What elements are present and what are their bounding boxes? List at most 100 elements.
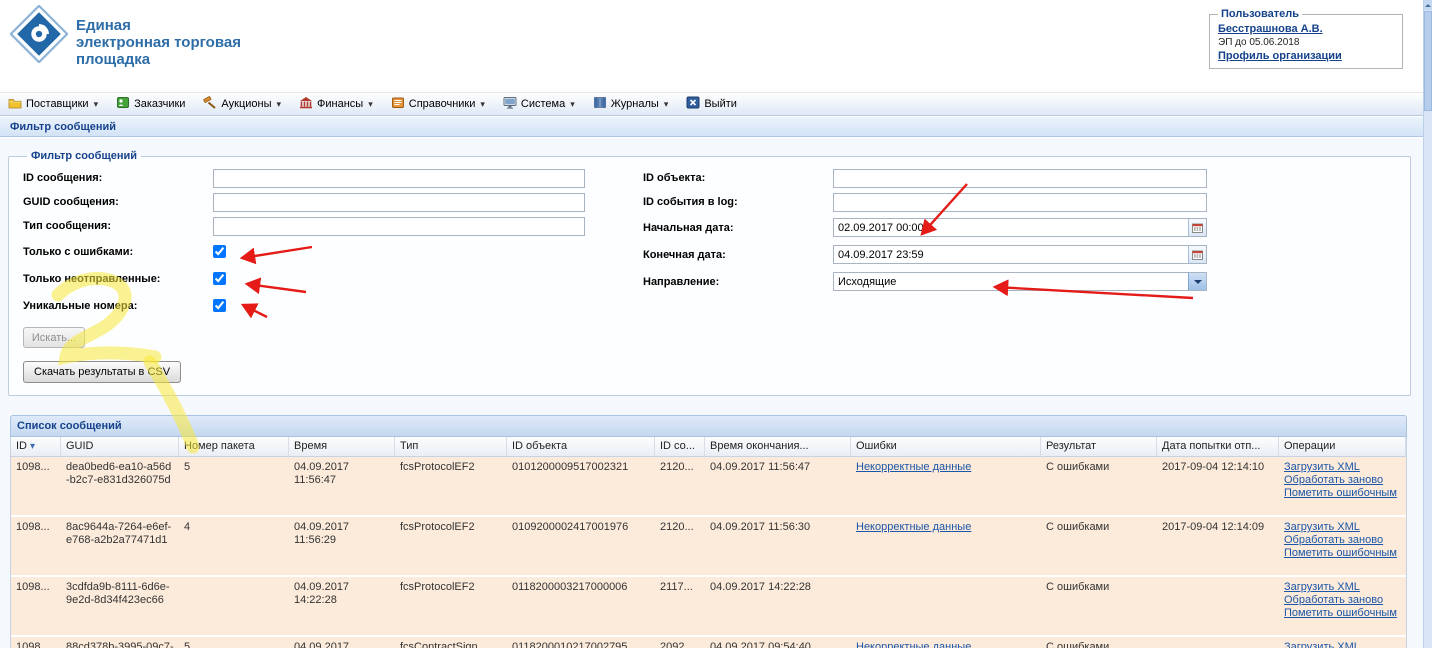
cell-object-id: 0101200009517002321 (512, 461, 629, 473)
reprocess-link[interactable]: Обработать заново (1284, 594, 1401, 607)
cell-result: С ошибками (1046, 521, 1110, 533)
menu-item-logout[interactable]: Выйти (686, 96, 737, 112)
menu-item-directories[interactable]: Справочники (391, 96, 485, 112)
column-header-event-id[interactable]: ID со... (655, 437, 705, 456)
direction-select (833, 272, 1207, 291)
logo[interactable] (9, 4, 70, 65)
load-xml-link[interactable]: Загрузить XML (1284, 641, 1401, 648)
start-date-label: Начальная дата: (643, 221, 734, 234)
message-id-input[interactable] (213, 168, 585, 188)
column-header-result[interactable]: Результат (1041, 437, 1157, 456)
table-row[interactable]: 1098... 3cdfda9b-8111-6d6e-9e2d-8d34f423… (11, 577, 1406, 637)
system-icon (503, 96, 517, 112)
table-row[interactable]: 1098... 88cd378b-3995-09c7-b575 5 04.09.… (11, 637, 1406, 648)
menu-item-finance[interactable]: Финансы (299, 96, 373, 112)
cell-time: 04.09.2017 11:56:47 (294, 461, 350, 486)
cell-object-id: 0118200010217002795 (512, 641, 628, 648)
cell-type: fcsProtocolEF2 (400, 461, 475, 473)
object-id-input[interactable] (833, 168, 1207, 188)
column-header-type[interactable]: Тип (395, 437, 507, 456)
only-errors-label: Только с ошибками: (23, 245, 134, 258)
logo-line: площадка (76, 51, 151, 68)
chevron-down-icon[interactable] (1188, 273, 1206, 290)
filter-panel: Фильтр сообщений ID сообщения: GUID сооб… (8, 150, 1411, 396)
download-csv-button[interactable]: Скачать результаты в CSV (23, 361, 182, 383)
mark-erroneous-link[interactable]: Пометить ошибочным (1284, 547, 1401, 560)
reprocess-link[interactable]: Обработать заново (1284, 474, 1401, 487)
cell-guid: 88cd378b-3995-09c7-b575 (66, 641, 174, 648)
menu-item-auctions[interactable]: Аукционы (203, 96, 281, 112)
scroll-up-icon[interactable] (1424, 0, 1432, 10)
menu-item-customers[interactable]: Заказчики (116, 96, 185, 112)
scrollbar-thumb[interactable] (1424, 11, 1432, 111)
column-header-guid[interactable]: GUID (61, 437, 179, 456)
message-type-input[interactable] (213, 216, 585, 236)
unique-numbers-checkbox[interactable] (213, 299, 226, 312)
column-header-time[interactable]: Время (289, 437, 395, 456)
cell-packet (179, 577, 289, 635)
menu-item-label: Журналы (610, 98, 659, 110)
message-guid-label: GUID сообщения: (23, 196, 119, 208)
search-button[interactable]: Искать... (23, 327, 85, 348)
page-title-bar: Фильтр сообщений (0, 117, 1423, 137)
end-date-label: Конечная дата: (643, 248, 726, 261)
cell-time: 04.09.2017 11:56:29 (294, 521, 350, 546)
logo-title[interactable]: Единая электронная торговая площадка (76, 17, 241, 68)
cell-packet: 4 (184, 521, 191, 533)
message-guid-input[interactable] (213, 192, 585, 212)
chevron-down-icon (569, 98, 575, 110)
table-row[interactable]: 1098... dea0bed6-ea10-a56d-b2c7-e831d326… (11, 457, 1406, 517)
cell-object-id: 0118200003217000006 (512, 581, 628, 593)
cell-attempt-date: 2017-09-04 12:14:10 (1162, 461, 1265, 473)
chevron-down-icon (93, 98, 99, 110)
vertical-scrollbar[interactable] (1423, 0, 1432, 648)
menu-item-system[interactable]: Система (503, 96, 575, 112)
chevron-down-icon (479, 98, 485, 110)
user-name-link[interactable]: Бесстрашнова А.В. (1218, 22, 1394, 36)
user-panel: Пользователь Бесстрашнова А.В. ЭП до 05.… (1209, 8, 1403, 69)
error-link[interactable]: Некорректные данные (856, 521, 971, 533)
org-profile-link[interactable]: Профиль организации (1218, 49, 1394, 63)
start-date-field (833, 218, 1207, 237)
cell-id: 1098... (16, 581, 50, 593)
load-xml-link[interactable]: Загрузить XML (1284, 521, 1401, 534)
error-link[interactable]: Некорректные данные (856, 461, 971, 473)
column-header-operations[interactable]: Операции (1279, 437, 1406, 456)
cell-type: fcsProtocolEF2 (400, 581, 475, 593)
column-header-object-id[interactable]: ID объекта (507, 437, 655, 456)
cell-time: 04.09.2017 (294, 641, 350, 648)
suppliers-icon (8, 96, 22, 112)
load-xml-link[interactable]: Загрузить XML (1284, 461, 1401, 474)
column-header-packet[interactable]: Номер пакета (179, 437, 289, 456)
end-date-input[interactable] (833, 245, 1207, 264)
directories-icon (391, 96, 405, 112)
load-xml-link[interactable]: Загрузить XML (1284, 581, 1401, 594)
menu-item-journals[interactable]: Журналы (593, 96, 669, 112)
column-header-errors[interactable]: Ошибки (851, 437, 1041, 456)
cell-id: 1098... (16, 641, 50, 648)
menu-item-label: Финансы (317, 98, 364, 110)
table-row[interactable]: 1098... 8ac9644a-7264-e6ef-e768-a2b2a774… (11, 517, 1406, 577)
menu-item-suppliers[interactable]: Поставщики (8, 96, 98, 112)
cell-event-id: 2117... (660, 581, 693, 593)
logo-line: электронная торговая (76, 34, 241, 51)
direction-input[interactable] (833, 272, 1207, 291)
error-link[interactable]: Некорректные данные (856, 641, 971, 648)
log-event-id-input[interactable] (833, 192, 1207, 212)
header: Единая электронная торговая площадка Пол… (0, 0, 1423, 92)
column-header-end-time[interactable]: Время окончания... (705, 437, 851, 456)
column-header-attempt-date[interactable]: Дата попытки отп... (1157, 437, 1279, 456)
chevron-down-icon (663, 98, 669, 110)
column-header-id[interactable]: ID (11, 437, 61, 456)
menu-item-label: Выйти (704, 98, 737, 110)
calendar-icon[interactable] (1188, 219, 1206, 236)
calendar-icon[interactable] (1188, 246, 1206, 263)
cell-errors: Некорректные данные (851, 457, 1041, 515)
cell-operations: Загрузить XML Обработать заново Пометить… (1279, 637, 1406, 648)
reprocess-link[interactable]: Обработать заново (1284, 534, 1401, 547)
only-unsent-checkbox[interactable] (213, 272, 226, 285)
mark-erroneous-link[interactable]: Пометить ошибочным (1284, 487, 1401, 500)
only-errors-checkbox[interactable] (213, 245, 226, 258)
start-date-input[interactable] (833, 218, 1207, 237)
mark-erroneous-link[interactable]: Пометить ошибочным (1284, 607, 1401, 620)
